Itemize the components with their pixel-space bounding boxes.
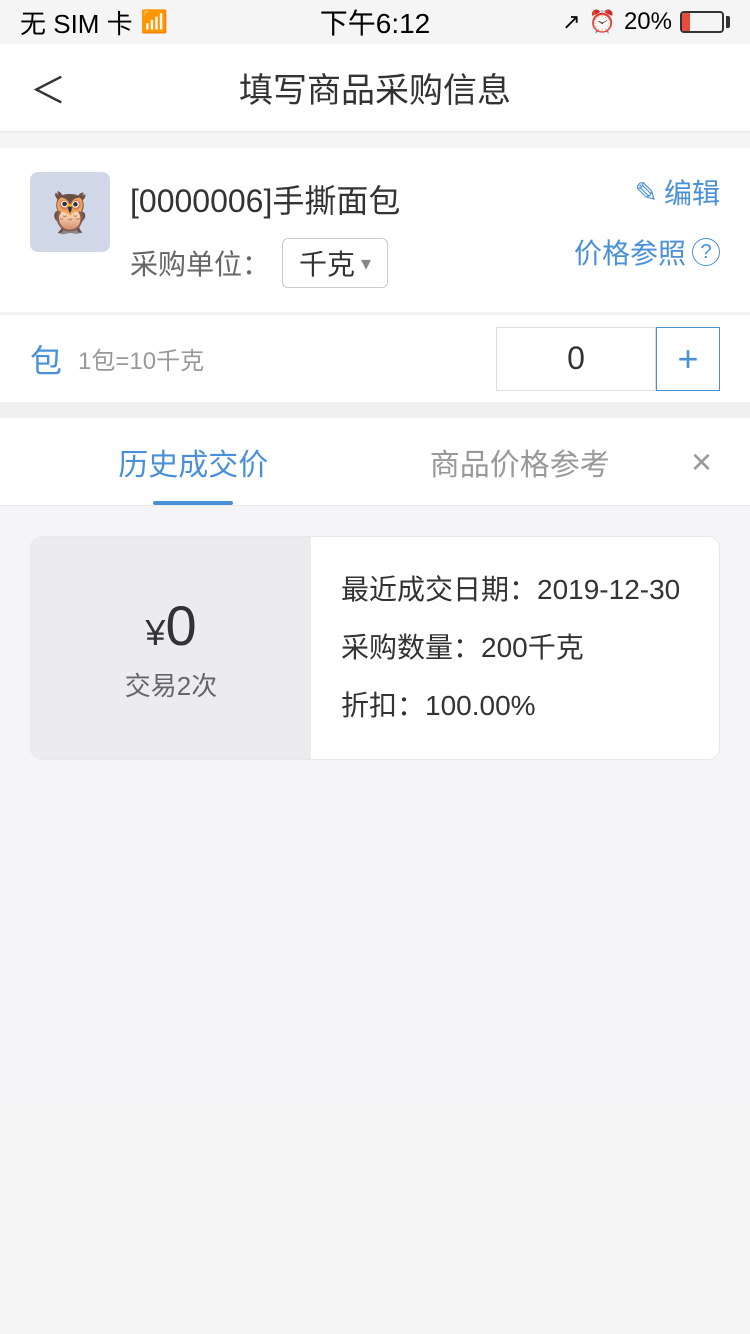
quantity-input-group: + xyxy=(496,327,720,391)
edit-label: 编辑 xyxy=(664,172,720,212)
help-icon: ? xyxy=(692,238,720,266)
price-ref-button[interactable]: 价格参照 ? xyxy=(574,232,720,272)
transaction-count: 交易2次 xyxy=(125,666,217,703)
back-button[interactable]: ＜ xyxy=(30,62,66,114)
panel-close-button[interactable]: × xyxy=(683,433,720,491)
battery-percent: 20% xyxy=(624,8,672,36)
tab-price-reference[interactable]: 商品价格参考 xyxy=(356,418,682,505)
quantity-row: 采购数量：200千克 xyxy=(341,627,689,669)
product-section: 🦉 [0000006]手撕面包 采购单位： 千克 ▾ ✎ 编辑 价格参照 xyxy=(0,148,750,312)
edit-button[interactable]: ✎ 编辑 xyxy=(635,172,720,212)
plus-icon: + xyxy=(677,338,698,380)
quantity-input[interactable] xyxy=(496,327,656,391)
status-time: 下午6:12 xyxy=(320,2,431,42)
product-actions: ✎ 编辑 价格参照 ? xyxy=(574,172,720,272)
quantity-section: 包 1包=10千克 + xyxy=(0,314,750,402)
unit-dropdown-icon: ▾ xyxy=(361,251,371,276)
history-price-section: ¥0 交易2次 xyxy=(31,537,311,759)
edit-icon: ✎ xyxy=(635,176,658,209)
section-divider xyxy=(0,402,750,418)
recent-date-label: 最近成交日期： xyxy=(341,574,537,605)
product-info: [0000006]手撕面包 采购单位： 千克 ▾ xyxy=(130,172,400,288)
product-logo-icon: 🦉 xyxy=(45,189,95,236)
carrier-text: 无 SIM 卡 xyxy=(20,4,133,41)
product-unit-row: 采购单位： 千克 ▾ xyxy=(130,238,400,288)
tab-history-label: 历史成交价 xyxy=(118,440,268,484)
tab-history-price[interactable]: 历史成交价 xyxy=(30,418,356,505)
price-ref-label: 价格参照 xyxy=(574,232,686,272)
discount-value: 100.00% xyxy=(425,690,536,721)
tab-price-ref-label: 商品价格参考 xyxy=(430,440,610,484)
product-name: [0000006]手撕面包 xyxy=(130,176,400,222)
recent-date-value: 2019-12-30 xyxy=(537,574,680,605)
quantity-detail-value: 200千克 xyxy=(481,632,584,663)
history-panel: ¥0 交易2次 最近成交日期：2019-12-30 采购数量：200千克 折扣：… xyxy=(0,506,750,1106)
unit-value: 千克 xyxy=(299,243,355,283)
quantity-plus-button[interactable]: + xyxy=(656,327,720,391)
product-thumbnail: 🦉 xyxy=(30,172,110,252)
history-detail-section: 最近成交日期：2019-12-30 采购数量：200千克 折扣：100.00% xyxy=(311,537,719,759)
price-number: 0 xyxy=(165,594,196,657)
status-bar: 无 SIM 卡 📶 下午6:12 ↗ ⏰ 20% xyxy=(0,0,750,44)
quantity-detail-label: 采购数量： xyxy=(341,632,481,663)
recent-date-row: 最近成交日期：2019-12-30 xyxy=(341,569,689,611)
wifi-icon: 📶 xyxy=(141,9,168,35)
battery-indicator xyxy=(680,11,730,33)
tab-active-indicator xyxy=(153,501,233,505)
currency-symbol: ¥ xyxy=(145,612,165,653)
page-title: 填写商品采购信息 xyxy=(239,63,511,112)
tab-bar: 历史成交价 商品价格参考 × xyxy=(0,418,750,506)
location-icon: ↗ xyxy=(562,9,580,35)
unit-conversion: 1包=10千克 xyxy=(78,341,204,376)
unit-bag-label: 包 xyxy=(30,336,62,382)
history-price-value: ¥0 xyxy=(145,593,196,658)
discount-row: 折扣：100.00% xyxy=(341,685,689,727)
discount-label: 折扣： xyxy=(341,690,425,721)
history-card: ¥0 交易2次 最近成交日期：2019-12-30 采购数量：200千克 折扣：… xyxy=(30,536,720,760)
product-left: 🦉 [0000006]手撕面包 采购单位： 千克 ▾ xyxy=(30,172,400,288)
alarm-icon: ⏰ xyxy=(589,9,616,35)
product-header: 🦉 [0000006]手撕面包 采购单位： 千克 ▾ ✎ 编辑 价格参照 xyxy=(30,172,720,288)
status-left: 无 SIM 卡 📶 xyxy=(20,4,168,41)
unit-selector[interactable]: 千克 ▾ xyxy=(282,238,388,288)
unit-label: 采购单位： xyxy=(130,243,270,283)
nav-bar: ＜ 填写商品采购信息 xyxy=(0,44,750,132)
quantity-label-group: 包 1包=10千克 xyxy=(30,336,204,382)
status-right: ↗ ⏰ 20% xyxy=(562,8,730,36)
